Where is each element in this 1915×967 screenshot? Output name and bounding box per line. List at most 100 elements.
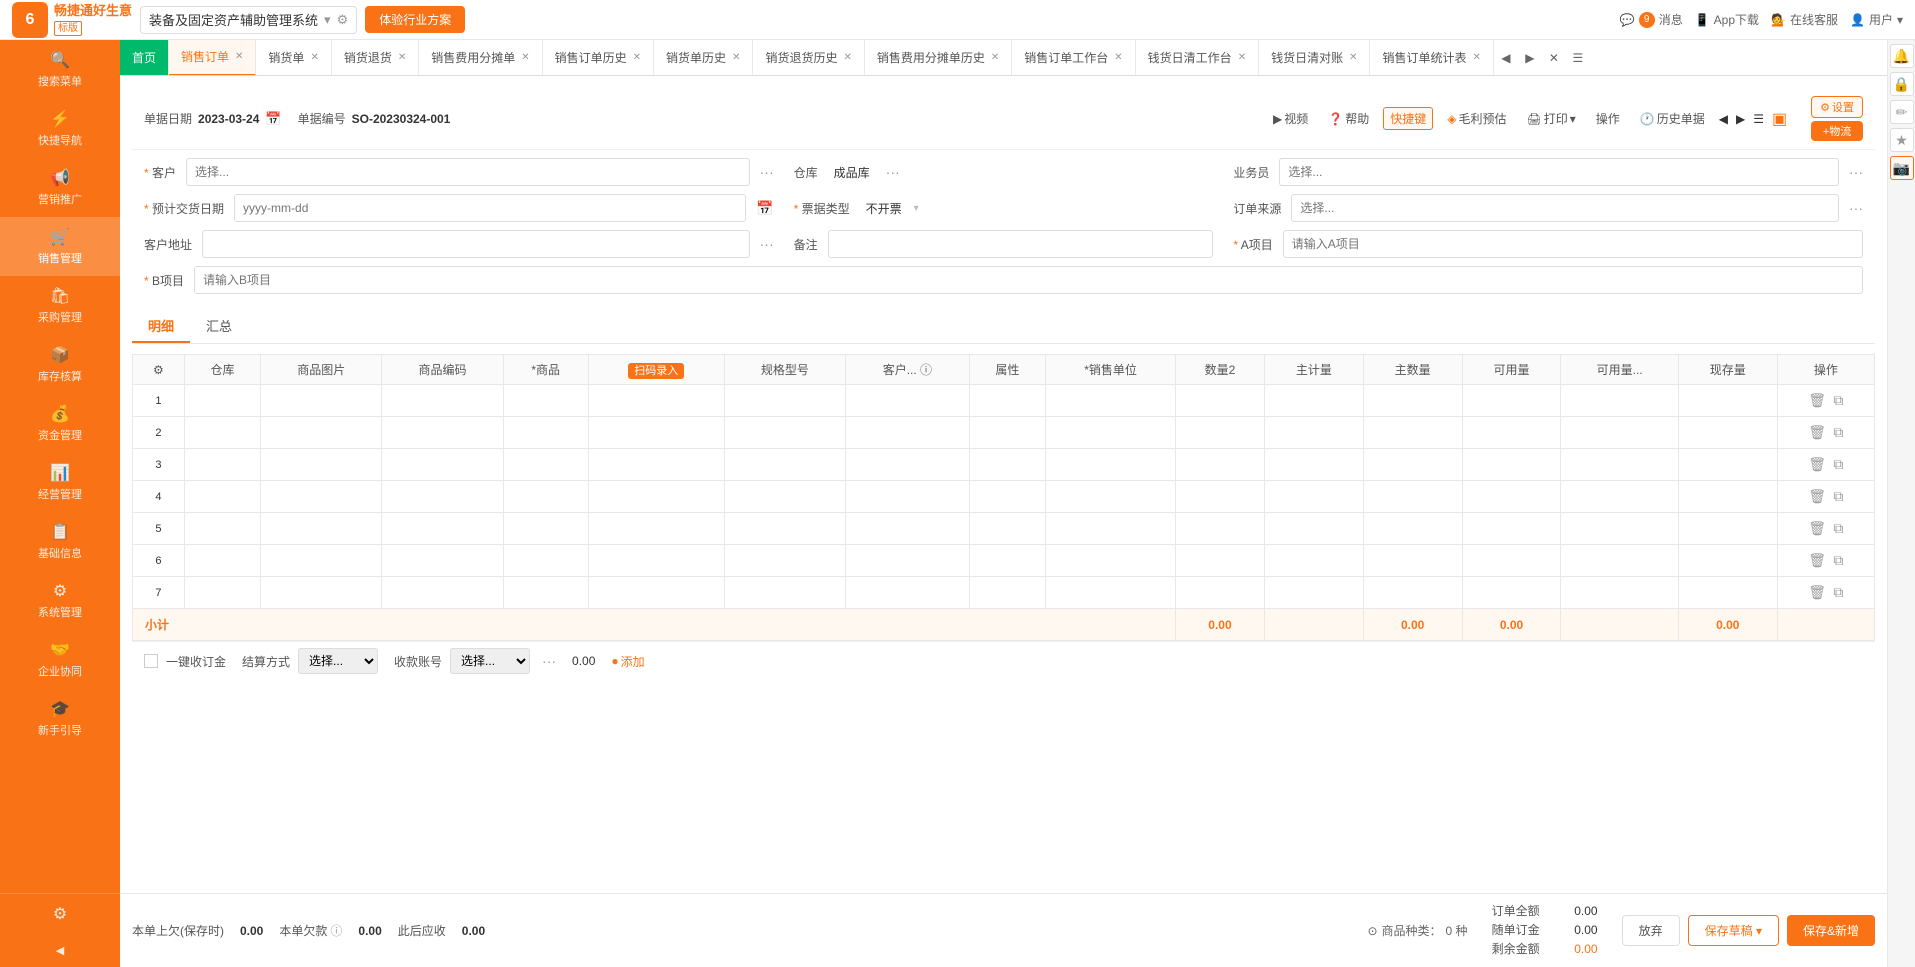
row-spec[interactable] bbox=[724, 481, 845, 513]
row-customer-info[interactable] bbox=[846, 545, 970, 577]
row-product[interactable] bbox=[503, 449, 588, 481]
row-current-qty[interactable] bbox=[1678, 513, 1777, 545]
row-product-image[interactable] bbox=[261, 385, 382, 417]
row-scan[interactable] bbox=[588, 577, 724, 609]
row-customer-info[interactable] bbox=[846, 481, 970, 513]
row-sales-unit[interactable] bbox=[1046, 449, 1176, 481]
tab-close-btn[interactable]: ✕ bbox=[732, 52, 740, 63]
delivery-date-input[interactable] bbox=[234, 194, 746, 222]
th-attribute[interactable]: 属性 bbox=[969, 355, 1045, 385]
row-scan[interactable] bbox=[588, 385, 724, 417]
row-attribute[interactable] bbox=[969, 513, 1045, 545]
row-avail-qty[interactable] bbox=[1462, 481, 1561, 513]
user-menu[interactable]: 👤 用户 ▾ bbox=[1850, 11, 1903, 28]
add-payment-button[interactable]: ● 添加 bbox=[611, 653, 644, 670]
invoice-chevron-icon[interactable]: ▾ bbox=[914, 203, 919, 214]
row-delete-icon[interactable]: 🗑 bbox=[1808, 392, 1826, 408]
row-qty2[interactable] bbox=[1176, 417, 1265, 449]
tab-menu-button[interactable]: ☰ bbox=[1566, 40, 1590, 76]
row-warehouse[interactable] bbox=[184, 417, 260, 449]
tab-sales_bill[interactable]: 销货单✕ bbox=[256, 40, 331, 76]
th-customer-info[interactable]: 客户... ⓘ bbox=[846, 355, 970, 385]
shortcut-button[interactable]: 快捷键 bbox=[1383, 107, 1433, 130]
row-current-qty[interactable] bbox=[1678, 545, 1777, 577]
row-main-measure[interactable] bbox=[1264, 513, 1363, 545]
address-input[interactable] bbox=[202, 230, 750, 258]
row-product-code[interactable] bbox=[382, 513, 503, 545]
tab-sales_order_workbench[interactable]: 销售订单工作台✕ bbox=[1012, 40, 1135, 76]
row-product-code[interactable] bbox=[382, 545, 503, 577]
tab-close-btn[interactable]: ✕ bbox=[843, 52, 851, 63]
customer-more-icon[interactable]: ··· bbox=[760, 164, 774, 180]
row-customer-info[interactable] bbox=[846, 513, 970, 545]
row-attribute[interactable] bbox=[969, 385, 1045, 417]
tab-close-btn[interactable]: ✕ bbox=[633, 52, 641, 63]
tab-close-btn[interactable]: ✕ bbox=[1238, 52, 1246, 63]
settlement-select[interactable]: 选择... bbox=[298, 648, 378, 674]
row-attribute[interactable] bbox=[969, 449, 1045, 481]
expand-icon[interactable]: ▣ bbox=[1772, 109, 1787, 129]
calendar-icon[interactable]: 📅 bbox=[265, 111, 281, 127]
row-product-image[interactable] bbox=[261, 417, 382, 449]
row-avail-qty[interactable] bbox=[1462, 449, 1561, 481]
calendar2-icon[interactable]: 📅 bbox=[756, 200, 773, 217]
history-button[interactable]: 🕐 历史单据 bbox=[1634, 107, 1711, 130]
sub-tab-detail[interactable]: 明细 bbox=[132, 310, 190, 343]
setting-button[interactable]: ⚙ 设置 bbox=[1811, 96, 1863, 118]
row-spec[interactable] bbox=[724, 577, 845, 609]
row-main-qty[interactable] bbox=[1363, 481, 1462, 513]
row-sales-unit[interactable] bbox=[1046, 577, 1176, 609]
sub-tab-summary[interactable]: 汇总 bbox=[190, 310, 248, 343]
row-delete-icon[interactable]: 🗑 bbox=[1808, 488, 1826, 504]
row-product[interactable] bbox=[503, 481, 588, 513]
grid-view-icon[interactable]: ☰ bbox=[1753, 112, 1764, 126]
message-icon[interactable]: 💬 9 消息 bbox=[1620, 11, 1683, 28]
row-customer-info[interactable] bbox=[846, 449, 970, 481]
row-current-qty[interactable] bbox=[1678, 385, 1777, 417]
row-product[interactable] bbox=[503, 385, 588, 417]
tab-close-btn[interactable]: ✕ bbox=[1473, 52, 1481, 63]
row-spec[interactable] bbox=[724, 449, 845, 481]
row-avail-qty2[interactable] bbox=[1561, 577, 1678, 609]
tab-close-btn[interactable]: ✕ bbox=[235, 51, 243, 62]
tab-sales_expense[interactable]: 销售费用分摊单✕ bbox=[419, 40, 542, 76]
sidebar-collapse[interactable]: ◀ bbox=[0, 934, 120, 967]
order-source-input[interactable] bbox=[1291, 194, 1839, 222]
sidebar-item-system[interactable]: ⚙系统管理 bbox=[0, 571, 120, 630]
th-qty2[interactable]: 数量2 bbox=[1176, 355, 1265, 385]
row-warehouse[interactable] bbox=[184, 513, 260, 545]
tab-sales_return[interactable]: 销货退货✕ bbox=[332, 40, 419, 76]
settings-icon[interactable]: ⚙ bbox=[337, 12, 349, 28]
system-title[interactable]: 装备及固定资产辅助管理系统 ▾ ⚙ bbox=[140, 6, 357, 34]
row-sales-unit[interactable] bbox=[1046, 545, 1176, 577]
profit-button[interactable]: ◈ 毛利预估 bbox=[1441, 107, 1512, 130]
row-current-qty[interactable] bbox=[1678, 449, 1777, 481]
row-scan[interactable] bbox=[588, 513, 724, 545]
warehouse-more-icon[interactable]: ··· bbox=[886, 164, 900, 180]
row-warehouse[interactable] bbox=[184, 449, 260, 481]
row-main-measure[interactable] bbox=[1264, 577, 1363, 609]
sidebar-item-guide[interactable]: 🎓新手引导 bbox=[0, 689, 120, 748]
row-delete-icon[interactable]: 🗑 bbox=[1808, 552, 1826, 568]
row-delete-icon[interactable]: 🗑 bbox=[1808, 456, 1826, 472]
sidebar-item-enterprise[interactable]: 🤝企业协同 bbox=[0, 630, 120, 689]
help-button[interactable]: ❓ 帮助 bbox=[1322, 107, 1375, 130]
row-scan[interactable] bbox=[588, 545, 724, 577]
add-logistics-button[interactable]: +物流 bbox=[1811, 121, 1863, 141]
row-sales-unit[interactable] bbox=[1046, 417, 1176, 449]
row-scan[interactable] bbox=[588, 417, 724, 449]
row-product-code[interactable] bbox=[382, 449, 503, 481]
th-config[interactable]: ⚙ bbox=[133, 355, 185, 385]
tab-close-btn[interactable]: ✕ bbox=[521, 52, 529, 63]
row-product-image[interactable] bbox=[261, 545, 382, 577]
tab-sales_order_stats[interactable]: 销售订单统计表✕ bbox=[1370, 40, 1493, 76]
row-copy-icon[interactable]: ⧉ bbox=[1833, 552, 1843, 568]
th-product-code[interactable]: 商品编码 bbox=[382, 355, 503, 385]
row-spec[interactable] bbox=[724, 513, 845, 545]
sidebar-item-basic[interactable]: 📋基础信息 bbox=[0, 512, 120, 571]
tab-close-btn[interactable]: ✕ bbox=[1349, 52, 1357, 63]
sidebar-item-search[interactable]: 🔍搜索菜单 bbox=[0, 40, 120, 99]
tab-prev-button[interactable]: ◀ bbox=[1494, 40, 1518, 76]
sidebar-item-quick[interactable]: ⚡快捷导航 bbox=[0, 99, 120, 158]
row-copy-icon[interactable]: ⧉ bbox=[1833, 488, 1843, 504]
